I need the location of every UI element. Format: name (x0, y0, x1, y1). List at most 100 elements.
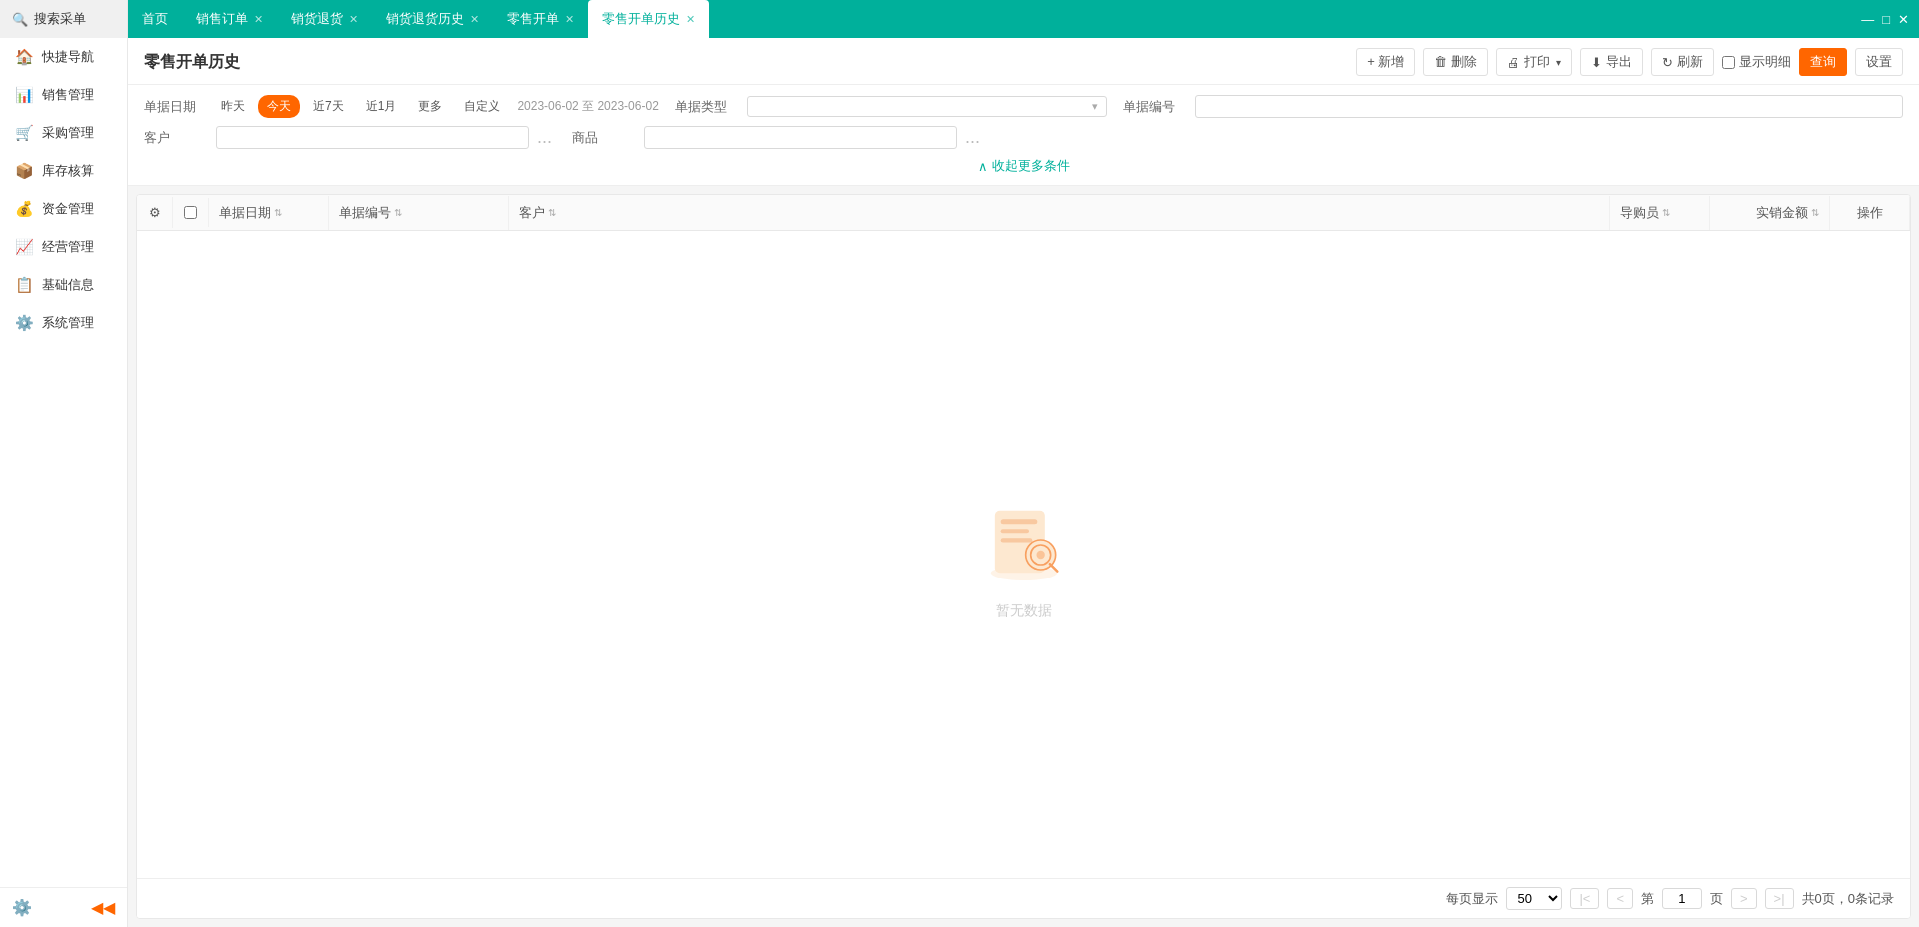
tabbar-window-controls: — □ ✕ (1861, 12, 1919, 27)
home-icon: 🏠 (15, 48, 34, 66)
tab-home[interactable]: 首页 (128, 0, 182, 38)
sidebar-item-purchase-mgmt[interactable]: 🛒 采购管理 (0, 114, 127, 152)
restore-icon[interactable]: □ (1882, 12, 1890, 27)
tab-sales-order-close[interactable]: ✕ (254, 13, 263, 26)
select-all-checkbox[interactable] (184, 206, 197, 219)
date-btn-yesterday[interactable]: 昨天 (212, 95, 254, 118)
filter-row-2: 客户 ... 商品 ... (144, 126, 1903, 149)
last-page-button[interactable]: >| (1765, 888, 1794, 909)
customer-filter: ... (216, 126, 556, 149)
tabbar: 首页 销售订单 ✕ 销货退货 ✕ 销货退货历史 ✕ 零售开单 ✕ 零售开单历史 … (128, 0, 1919, 38)
export-label: 导出 (1606, 53, 1632, 71)
collapse-filter-button[interactable]: ∧ 收起更多条件 (978, 157, 1070, 175)
tab-retail-open-close[interactable]: ✕ (565, 13, 574, 26)
sidebar-item-sales-mgmt[interactable]: 📊 销售管理 (0, 76, 127, 114)
content-area: 零售开单历史 + 新增 🗑 删除 🖨 🖨 打印 打印 ▾ ⬇ 导出 ↻ 刷新 (128, 38, 1919, 927)
customer-input[interactable] (216, 126, 529, 149)
th-docnum[interactable]: 单据编号 ⇅ (329, 196, 509, 230)
doc-type-dropdown-icon: ▾ (1092, 100, 1098, 113)
sort-date-icon[interactable]: ⇅ (274, 207, 282, 218)
page-number-input[interactable] (1662, 888, 1702, 909)
settings-filter-button[interactable]: 设置 (1855, 48, 1903, 76)
sidebar-item-quick-nav[interactable]: 🏠 快捷导航 (0, 38, 127, 76)
sort-customer-icon[interactable]: ⇅ (548, 207, 556, 218)
collapse-sidebar-icon[interactable]: ◀◀ (91, 898, 115, 917)
date-btn-more[interactable]: 更多 (409, 95, 451, 118)
tab-home-label: 首页 (142, 10, 168, 28)
print-dropdown-icon[interactable]: ▾ (1556, 57, 1561, 68)
goods-input[interactable] (644, 126, 957, 149)
delete-button[interactable]: 🗑 删除 (1423, 48, 1488, 76)
th-date[interactable]: 单据日期 ⇅ (209, 196, 329, 230)
next-page-button[interactable]: > (1731, 888, 1757, 909)
print-button[interactable]: 🖨 🖨 打印 打印 ▾ (1496, 48, 1572, 76)
toolbar: + 新增 🗑 删除 🖨 🖨 打印 打印 ▾ ⬇ 导出 ↻ 刷新 (1356, 48, 1903, 76)
purchase-icon: 🛒 (15, 124, 34, 142)
first-page-button[interactable]: |< (1570, 888, 1599, 909)
tab-retail-open-history[interactable]: 零售开单历史 ✕ (588, 0, 709, 38)
main-area: 首页 销售订单 ✕ 销货退货 ✕ 销货退货历史 ✕ 零售开单 ✕ 零售开单历史 … (128, 0, 1919, 927)
th-amount-label: 实销金额 (1756, 204, 1808, 222)
customer-dots-icon[interactable]: ... (533, 127, 556, 148)
finance-icon: 💰 (15, 200, 34, 218)
settings-icon[interactable]: ⚙️ (12, 898, 32, 917)
tab-sales-return-history[interactable]: 销货退货历史 ✕ (372, 0, 493, 38)
th-date-label: 单据日期 (219, 204, 271, 222)
page-title: 零售开单历史 (144, 52, 240, 73)
sidebar-item-basic-info[interactable]: 📋 基础信息 (0, 266, 127, 304)
tab-sales-return-history-close[interactable]: ✕ (470, 13, 479, 26)
sidebar: 🔍 搜索采单 🏠 快捷导航 📊 销售管理 🛒 采购管理 📦 库存核算 💰 资金管… (0, 0, 128, 927)
prev-page-button[interactable]: < (1607, 888, 1633, 909)
th-customer[interactable]: 客户 ⇅ (509, 196, 1610, 230)
th-guide[interactable]: 导购员 ⇅ (1610, 196, 1710, 230)
svg-rect-2 (1000, 519, 1037, 524)
collapse-up-icon: ∧ (978, 159, 988, 174)
th-checkbox[interactable] (173, 198, 209, 227)
sidebar-item-system[interactable]: ⚙️ 系统管理 (0, 304, 127, 342)
tab-retail-open-label: 零售开单 (507, 10, 559, 28)
per-page-select[interactable]: 10 20 50 100 (1506, 887, 1562, 910)
total-info: 共0页，0条记录 (1802, 890, 1894, 908)
display-detail-checkbox[interactable] (1722, 56, 1735, 69)
sort-guide-icon[interactable]: ⇅ (1662, 207, 1670, 218)
query-button[interactable]: 查询 (1799, 48, 1847, 76)
sales-icon: 📊 (15, 86, 34, 104)
close-window-icon[interactable]: ✕ (1898, 12, 1909, 27)
table-settings-icon[interactable]: ⚙ (149, 205, 161, 220)
tab-sales-return-close[interactable]: ✕ (349, 13, 358, 26)
add-button[interactable]: + 新增 (1356, 48, 1415, 76)
th-amount[interactable]: 实销金额 ⇅ (1710, 196, 1830, 230)
date-btn-1month[interactable]: 近1月 (357, 95, 406, 118)
sidebar-item-finance[interactable]: 💰 资金管理 (0, 190, 127, 228)
sidebar-bottom: ⚙️ ◀◀ (0, 887, 127, 927)
svg-rect-3 (1000, 529, 1028, 533)
sidebar-item-operations[interactable]: 📈 经营管理 (0, 228, 127, 266)
doc-num-input[interactable] (1195, 95, 1903, 118)
doc-num-label: 单据编号 (1123, 98, 1179, 116)
date-btn-custom[interactable]: 自定义 (455, 95, 509, 118)
tab-retail-open-history-close[interactable]: ✕ (686, 13, 695, 26)
tab-sales-return[interactable]: 销货退货 ✕ (277, 0, 372, 38)
tab-retail-open[interactable]: 零售开单 ✕ (493, 0, 588, 38)
th-settings[interactable]: ⚙ (137, 197, 173, 228)
date-range-display: 2023-06-02 至 2023-06-02 (517, 98, 658, 115)
export-button[interactable]: ⬇ 导出 (1580, 48, 1643, 76)
doc-type-dropdown[interactable]: ▾ (747, 96, 1107, 117)
goods-dots-icon[interactable]: ... (961, 127, 984, 148)
tabs-container: 首页 销售订单 ✕ 销货退货 ✕ 销货退货历史 ✕ 零售开单 ✕ 零售开单历史 … (128, 0, 709, 38)
display-detail-checkbox-label[interactable]: 显示明细 (1722, 53, 1791, 71)
sidebar-item-inventory[interactable]: 📦 库存核算 (0, 152, 127, 190)
sidebar-item-label: 库存核算 (42, 162, 94, 180)
sort-docnum-icon[interactable]: ⇅ (394, 207, 402, 218)
date-btn-today[interactable]: 今天 (258, 95, 300, 118)
empty-state-icon (974, 490, 1074, 590)
date-filter-buttons: 昨天 今天 近7天 近1月 更多 自定义 2023-06-02 至 2023-0… (212, 95, 659, 118)
sort-amount-icon[interactable]: ⇅ (1811, 207, 1819, 218)
date-btn-7days[interactable]: 近7天 (304, 95, 353, 118)
tab-retail-open-history-label: 零售开单历史 (602, 10, 680, 28)
sidebar-search[interactable]: 🔍 搜索采单 (0, 0, 127, 38)
tab-sales-order[interactable]: 销售订单 ✕ (182, 0, 277, 38)
refresh-button[interactable]: ↻ 刷新 (1651, 48, 1714, 76)
tab-sales-return-history-label: 销货退货历史 (386, 10, 464, 28)
minimize-icon[interactable]: — (1861, 12, 1874, 27)
